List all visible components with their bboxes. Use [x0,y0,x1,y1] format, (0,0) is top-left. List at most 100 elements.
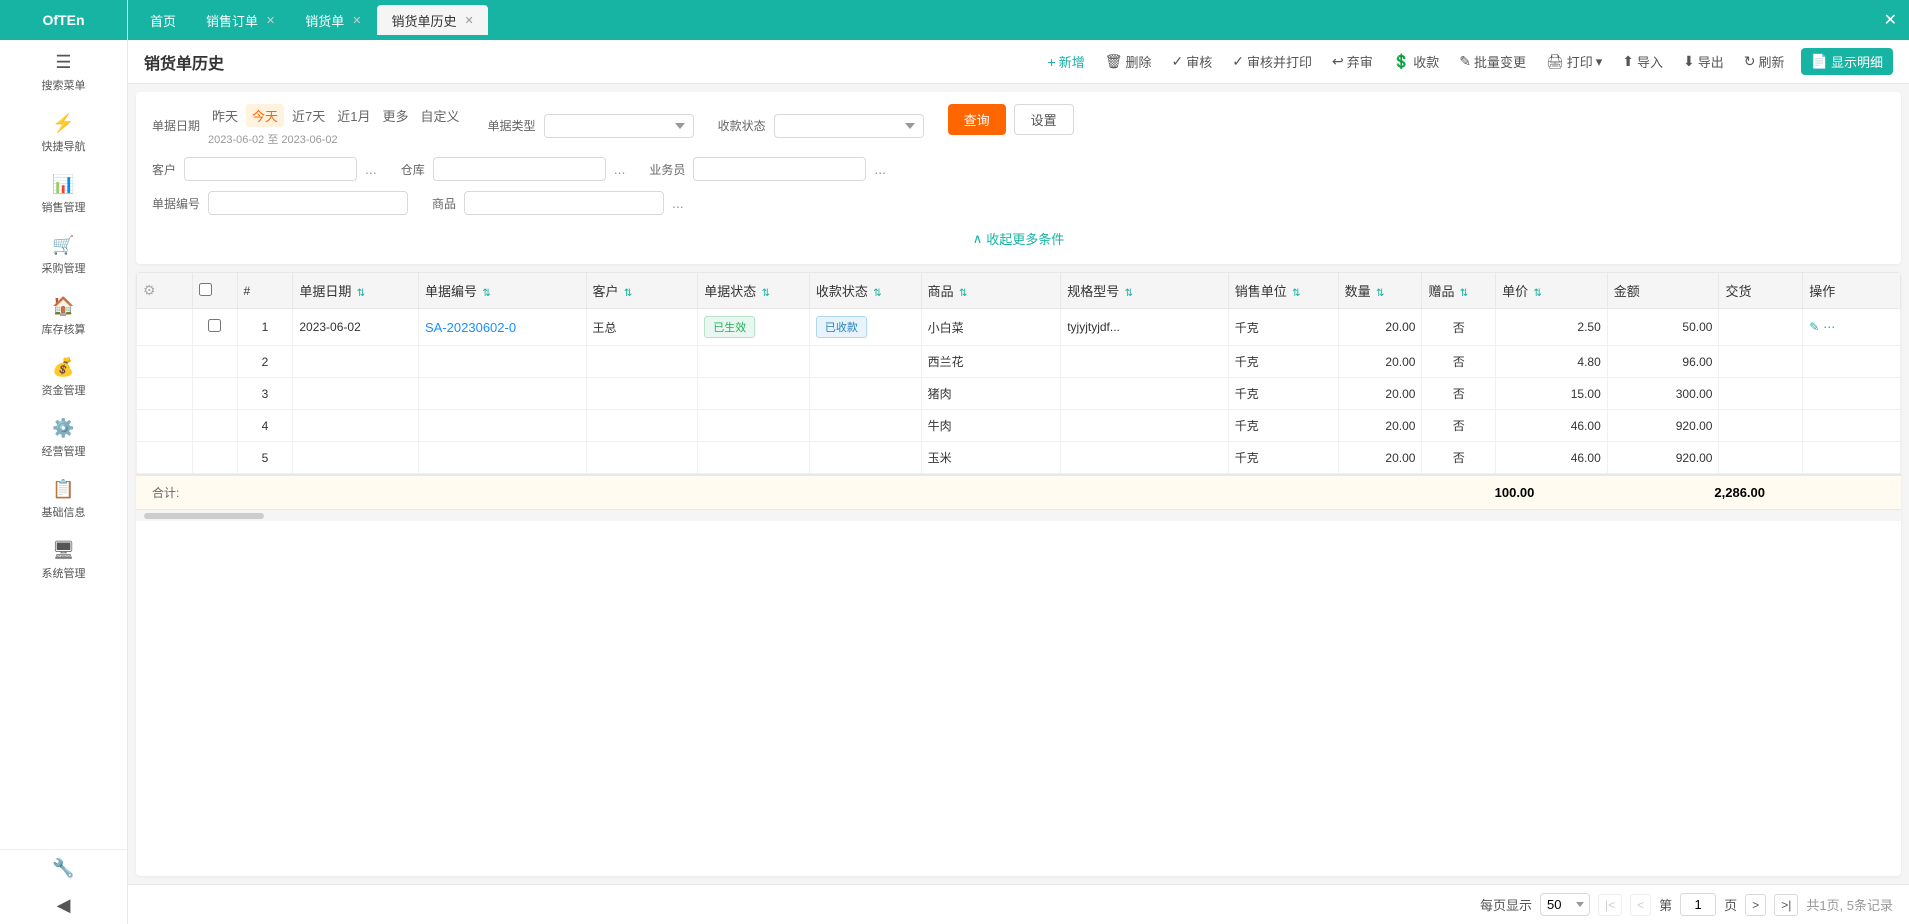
refresh-button[interactable]: ↻ 刷新 [1740,50,1789,73]
warehouse-label: 仓库 [401,161,425,178]
tab-sales-order-close[interactable]: ✕ [266,14,275,27]
sidebar-item-purchase-mgmt[interactable]: 🛒 采购管理 [0,223,127,284]
new-label: 新增 [1059,52,1085,71]
col-header-spec[interactable]: 规格型号 ⇅ [1061,273,1229,309]
salesperson-dots[interactable]: ... [874,161,886,177]
goods-dots[interactable]: ... [672,195,684,211]
filter-collapse-btn[interactable]: ∧ 收起更多条件 [152,225,1885,252]
salesperson-label: 业务员 [649,161,685,178]
col-header-unit[interactable]: 销售单位 ⇅ [1228,273,1338,309]
audit-label: 审核 [1186,52,1212,71]
col-header-pay-status[interactable]: 收款状态 ⇅ [809,273,921,309]
sidebar-item-finance-mgmt[interactable]: 💰 资金管理 [0,345,127,406]
next-page-btn[interactable]: > [1745,894,1766,916]
sidebar-settings[interactable]: 🔧 [0,850,127,887]
doc-no-label: 单据编号 [152,195,200,212]
col-header-date[interactable]: 单据日期 ⇅ [293,273,419,309]
sidebar-collapse[interactable]: ◀ [0,887,127,924]
date-shortcuts: 昨天 今天 近7天 近1月 更多 自定义 [208,104,464,127]
date-shortcut-today[interactable]: 今天 [246,104,284,127]
tab-sales-order[interactable]: 销售订单 ✕ [192,5,289,35]
delete-button[interactable]: 🗑 删除 [1101,50,1156,73]
horizontal-scrollbar[interactable] [136,509,1901,521]
batch-change-button[interactable]: ✎ 批量变更 [1455,50,1530,73]
col-header-doc-status[interactable]: 单据状态 ⇅ [698,273,810,309]
per-page-select[interactable]: 50 20 100 200 [1540,893,1590,916]
date-shortcut-1month[interactable]: 近1月 [333,104,374,127]
cell-price: 2.50 [1496,309,1608,346]
sidebar-item-ops-mgmt[interactable]: ⚙️ 经营管理 [0,406,127,467]
doc-type-select[interactable] [544,114,694,138]
cell-qty: 20.00 [1338,346,1422,378]
date-shortcut-7days[interactable]: 近7天 [288,104,329,127]
col-header-gift[interactable]: 赠品 ⇅ [1422,273,1496,309]
sidebar-item-search-menu[interactable]: ☰ 搜索菜单 [0,40,127,101]
print-button[interactable]: 🖨 打印 ▾ [1542,50,1606,73]
sidebar-item-quick-nav[interactable]: ⚡ 快捷导航 [0,101,127,162]
page-input[interactable] [1680,893,1716,916]
col-header-qty[interactable]: 数量 ⇅ [1338,273,1422,309]
cell-checkbox[interactable] [192,378,237,410]
row-checkbox[interactable] [208,319,221,332]
import-button[interactable]: ⬆ 导入 [1618,50,1667,73]
last-page-btn[interactable]: >| [1774,894,1798,916]
col-header-doc-no[interactable]: 单据编号 ⇅ [419,273,587,309]
cell-checkbox[interactable] [192,346,237,378]
doc-no-input[interactable] [208,191,408,215]
total-info: 共1页, 5条记录 [1806,895,1893,914]
warehouse-input[interactable] [433,157,606,181]
new-button[interactable]: + 新增 [1044,50,1089,73]
sidebar-item-inventory[interactable]: 🏠 库存核算 [0,284,127,345]
audit-button[interactable]: ✓ 审核 [1168,50,1217,73]
scrollbar-thumb[interactable] [144,513,264,519]
sidebar-item-sys-mgmt[interactable]: 🖥 系统管理 [0,528,127,589]
tab-sales-history[interactable]: 销货单历史 ✕ [377,5,487,35]
query-button[interactable]: 查询 [948,104,1006,135]
cell-op: ✎⋯ [1803,309,1901,346]
cell-checkbox[interactable] [192,442,237,474]
settings-button[interactable]: 设置 [1014,104,1074,135]
salesperson-input[interactable] [693,157,866,181]
tab-home-label: 首页 [150,11,176,30]
sidebar-item-basic-info[interactable]: 📋 基础信息 [0,467,127,528]
date-shortcut-yesterday[interactable]: 昨天 [208,104,242,127]
cell-rowno: 4 [237,410,293,442]
goods-input[interactable] [464,191,664,215]
cell-doc-no[interactable]: SA-20230602-0 [419,309,587,346]
tab-home[interactable]: 首页 [136,5,190,35]
import-label: 导入 [1637,52,1663,71]
cell-checkbox[interactable] [192,410,237,442]
tab-sales-invoice[interactable]: 销货单 ✕ [291,5,375,35]
abandon-button[interactable]: ↩ 弃审 [1328,50,1377,73]
col-header-settings[interactable]: ⚙ [137,273,193,309]
customer-dots[interactable]: ... [365,161,377,177]
more-action[interactable]: ⋯ [1823,320,1835,334]
tab-sales-invoice-close[interactable]: ✕ [352,14,361,27]
col-header-goods[interactable]: 商品 ⇅ [921,273,1061,309]
cell-date [293,378,419,410]
cell-settings [137,346,193,378]
tab-sales-history-label: 销货单历史 [391,11,456,30]
sidebar-item-sales-mgmt[interactable]: 📊 销售管理 [0,162,127,223]
cell-checkbox[interactable] [192,309,237,346]
export-button[interactable]: ⬇ 导出 [1679,50,1728,73]
customer-input[interactable] [184,157,357,181]
select-all-checkbox[interactable] [199,283,212,296]
window-close-btn[interactable]: ✕ [1880,10,1901,30]
date-shortcut-custom[interactable]: 自定义 [417,104,464,127]
date-shortcut-more[interactable]: 更多 [379,104,413,127]
tab-sales-history-close[interactable]: ✕ [465,14,474,27]
doc-no-link[interactable]: SA-20230602-0 [425,320,516,335]
pay-status-select[interactable] [774,114,924,138]
show-detail-button[interactable]: 📄 显示明细 [1801,48,1893,75]
table-settings-icon[interactable]: ⚙ [143,282,156,298]
col-header-customer[interactable]: 客户 ⇅ [586,273,698,309]
warehouse-dots[interactable]: ... [614,161,626,177]
cell-pay-status [809,346,921,378]
edit-action[interactable]: ✎ [1809,320,1819,334]
first-page-btn[interactable]: |< [1598,894,1622,916]
collect-button[interactable]: 💲 收款 [1389,50,1443,73]
audit-print-button[interactable]: ✓ 审核并打印 [1228,50,1316,73]
prev-page-btn[interactable]: < [1630,894,1651,916]
col-header-price[interactable]: 单价 ⇅ [1496,273,1608,309]
